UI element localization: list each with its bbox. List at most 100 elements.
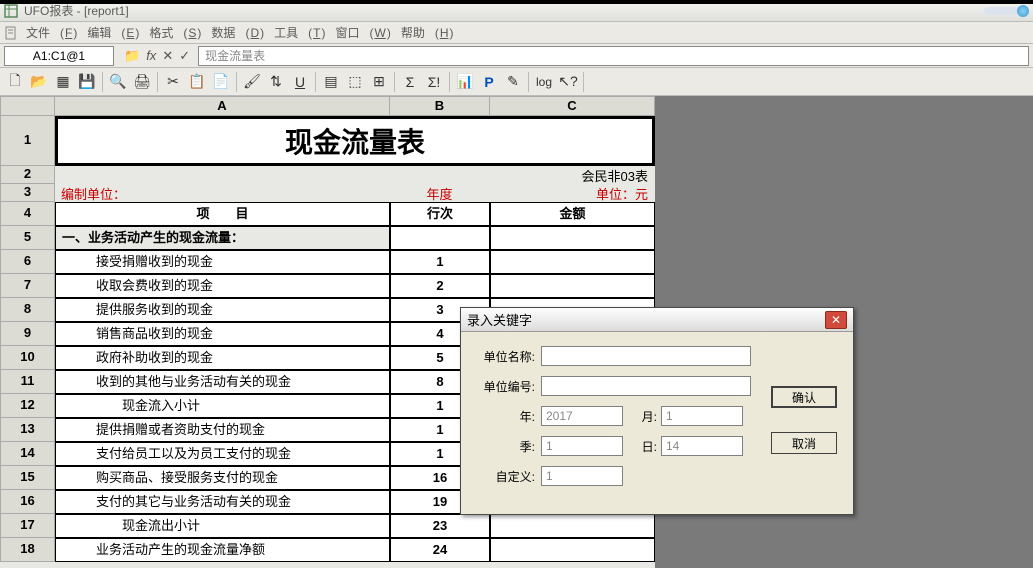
row-header[interactable]: 6 [0, 250, 55, 274]
copy-icon[interactable]: 📋 [186, 71, 208, 93]
split-icon[interactable]: ⊞ [368, 71, 390, 93]
dialog-titlebar[interactable]: 录入关键字 ✕ [461, 308, 853, 332]
open-icon[interactable]: 📂 [28, 71, 50, 93]
cell-project[interactable]: 支付的其它与业务活动有关的现金 [55, 490, 390, 514]
new-icon[interactable]: 🗋 [4, 71, 26, 93]
cancel-button[interactable]: 取消 [771, 432, 837, 454]
year-input[interactable] [541, 406, 623, 426]
row-header[interactable]: 5 [0, 226, 55, 250]
sigma2-icon[interactable]: Σ! [423, 71, 445, 93]
help-icon[interactable]: ↖? [557, 71, 579, 93]
cell-project[interactable]: 业务活动产生的现金流量净额 [55, 538, 390, 562]
col-header-c[interactable]: C [490, 96, 655, 116]
hdr-line[interactable]: 行次 [390, 202, 490, 226]
row-header[interactable]: 10 [0, 346, 55, 370]
save-icon[interactable]: 💾 [76, 71, 98, 93]
cell-line[interactable]: 2 [390, 274, 490, 298]
cell-project[interactable]: 购买商品、接受服务支付的现金 [55, 466, 390, 490]
log-icon[interactable]: log [533, 71, 555, 93]
ok-button[interactable]: 确认 [771, 386, 837, 408]
cell-line[interactable]: 1 [390, 250, 490, 274]
merge-icon[interactable]: ⬚ [344, 71, 366, 93]
menu-file[interactable]: 文件(F) [26, 24, 77, 41]
row-header[interactable]: 18 [0, 538, 55, 562]
cell-project[interactable]: 现金流出小计 [55, 514, 390, 538]
menu-help[interactable]: 帮助(H) [401, 24, 454, 41]
close-icon[interactable]: ✕ [825, 311, 847, 329]
year-label[interactable]: 年度 [390, 184, 490, 202]
cell-line[interactable]: 24 [390, 538, 490, 562]
underline-icon[interactable]: U [289, 71, 311, 93]
cell-project[interactable]: 提供服务收到的现金 [55, 298, 390, 322]
cell-reference[interactable]: A1:C1@1 [4, 46, 114, 66]
slider[interactable] [984, 7, 1029, 15]
report-code[interactable]: 会民非03表 [490, 166, 655, 184]
p-icon[interactable]: P [478, 71, 500, 93]
cut-icon[interactable]: ✂ [162, 71, 184, 93]
preview-icon[interactable]: 🔍 [107, 71, 129, 93]
formula-input[interactable]: 现金流量表 [198, 46, 1029, 66]
custom-input[interactable] [541, 466, 623, 486]
menu-edit[interactable]: 编辑(E) [87, 24, 139, 41]
paste-icon[interactable]: 📄 [210, 71, 232, 93]
cell-amount[interactable] [490, 250, 655, 274]
menu-data[interactable]: 数据(D) [211, 24, 264, 41]
row-header[interactable]: 1 [0, 116, 55, 166]
month-input[interactable] [661, 406, 743, 426]
hdr-project[interactable]: 项 目 [55, 202, 390, 226]
row-header[interactable]: 7 [0, 274, 55, 298]
day-input[interactable] [661, 436, 743, 456]
row-header[interactable]: 12 [0, 394, 55, 418]
cell-project[interactable]: 一、业务活动产生的现金流量： [55, 226, 390, 250]
row-header[interactable]: 16 [0, 490, 55, 514]
sort-icon[interactable]: ⇅ [265, 71, 287, 93]
cell-project[interactable]: 收到的其他与业务活动有关的现金 [55, 370, 390, 394]
cell-project[interactable]: 支付给员工以及为员工支付的现金 [55, 442, 390, 466]
cell-project[interactable]: 现金流入小计 [55, 394, 390, 418]
cell-amount[interactable] [490, 226, 655, 250]
row-header[interactable]: 15 [0, 466, 55, 490]
chart-icon[interactable]: 📊 [454, 71, 476, 93]
cell-amount[interactable] [490, 538, 655, 562]
row-header[interactable]: 17 [0, 514, 55, 538]
row-header[interactable]: 13 [0, 418, 55, 442]
menu-window[interactable]: 窗口(W) [335, 24, 390, 41]
cell-project[interactable]: 政府补助收到的现金 [55, 346, 390, 370]
align-icon[interactable]: ▤ [320, 71, 342, 93]
row-header[interactable]: 4 [0, 202, 55, 226]
row-header[interactable]: 2 [0, 166, 55, 184]
grid-icon[interactable]: ▦ [52, 71, 74, 93]
col-header-b[interactable]: B [390, 96, 490, 116]
confirm-icon[interactable]: ✓ [179, 48, 190, 64]
sigma-icon[interactable]: Σ [399, 71, 421, 93]
select-all-corner[interactable] [0, 96, 55, 116]
report-title[interactable]: 现金流量表 [55, 116, 655, 166]
cell-project[interactable]: 提供捐赠或者资助支付的现金 [55, 418, 390, 442]
pencil-icon[interactable]: ✎ [502, 71, 524, 93]
row-header[interactable]: 14 [0, 442, 55, 466]
cell-project[interactable]: 接受捐赠收到的现金 [55, 250, 390, 274]
cell-line[interactable]: 23 [390, 514, 490, 538]
cell-project[interactable]: 收取会费收到的现金 [55, 274, 390, 298]
print-icon[interactable]: 🖨 [131, 71, 153, 93]
row-header[interactable]: 11 [0, 370, 55, 394]
quarter-input[interactable] [541, 436, 623, 456]
fx-icon[interactable]: fx [146, 48, 156, 63]
row-header[interactable]: 9 [0, 322, 55, 346]
brush-icon[interactable]: 🖌 [241, 71, 263, 93]
row-header[interactable]: 8 [0, 298, 55, 322]
menu-format[interactable]: 格式(S) [149, 24, 201, 41]
col-header-a[interactable]: A [55, 96, 390, 116]
org-code-input[interactable] [541, 376, 751, 396]
cell-project[interactable]: 销售商品收到的现金 [55, 322, 390, 346]
cancel-icon[interactable]: ✕ [162, 48, 173, 64]
cell-amount[interactable] [490, 274, 655, 298]
row-header[interactable]: 3 [0, 184, 55, 202]
cell-line[interactable] [390, 226, 490, 250]
folder-icon[interactable]: 📁 [124, 48, 140, 64]
unit-label[interactable]: 单位：元 [490, 184, 655, 202]
org-label[interactable]: 编制单位： [55, 184, 390, 202]
hdr-amount[interactable]: 金额 [490, 202, 655, 226]
cell-amount[interactable] [490, 514, 655, 538]
menu-tools[interactable]: 工具(T) [274, 24, 325, 41]
